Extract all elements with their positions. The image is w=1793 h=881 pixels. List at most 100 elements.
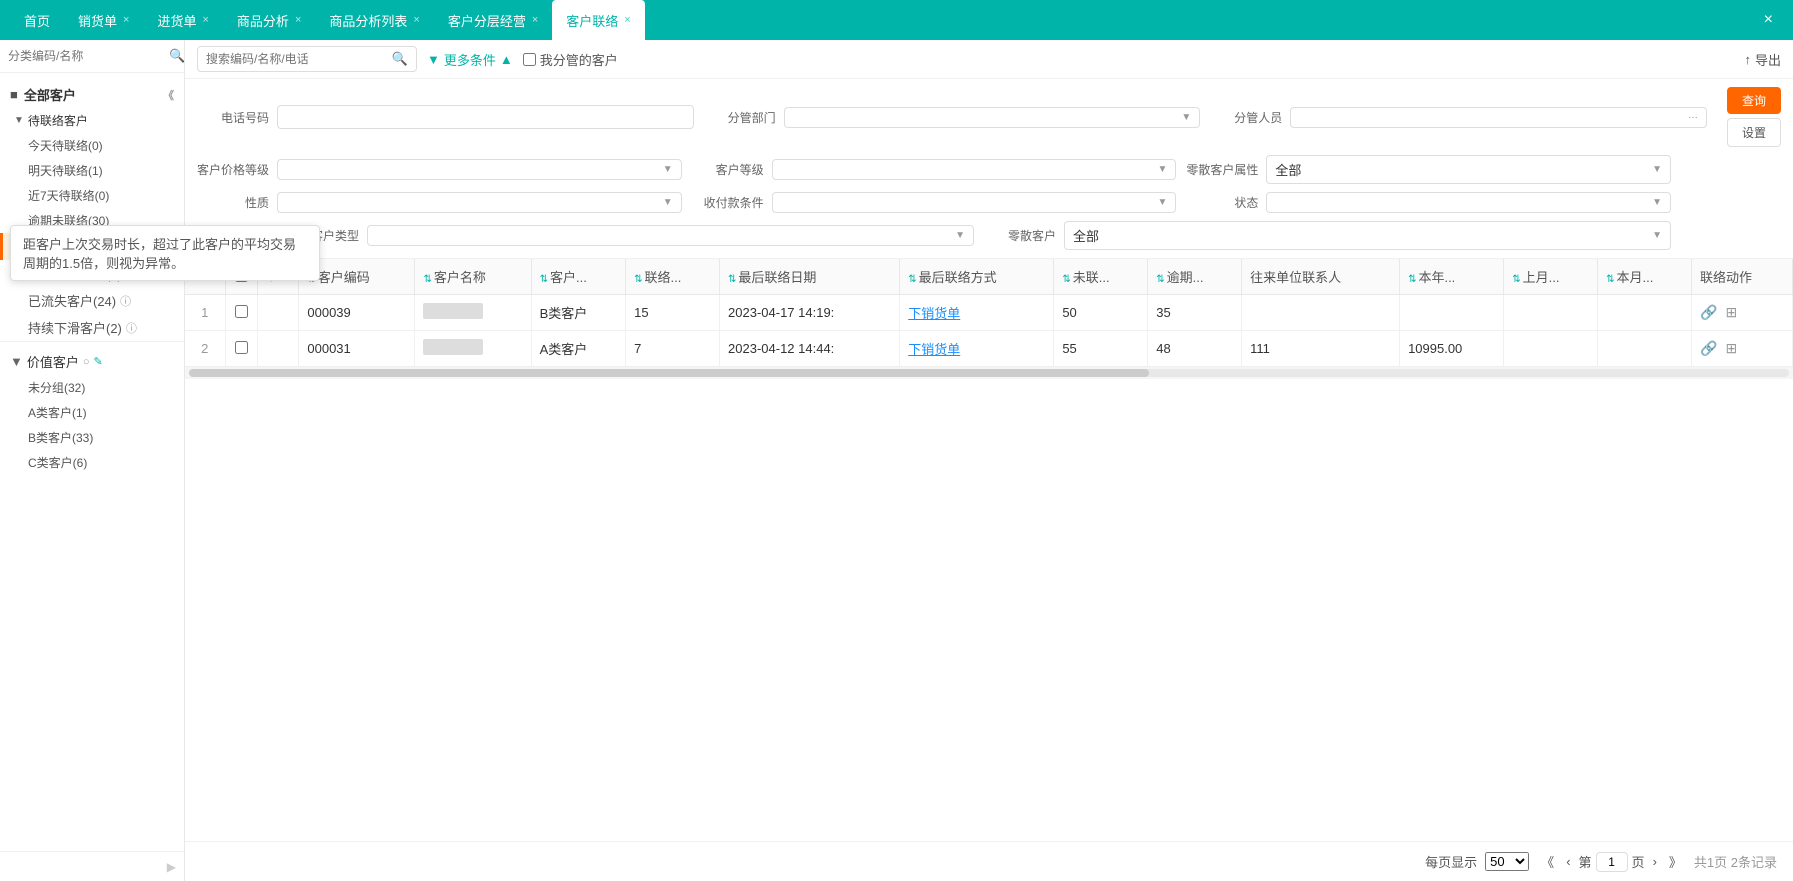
filter-nature: 性质 ▼ — [197, 192, 682, 213]
close-customer-contact-tab[interactable]: × — [624, 14, 630, 26]
close-analysis-list-tab[interactable]: × — [413, 14, 419, 26]
last-page-btn[interactable]: 》 — [1665, 850, 1686, 873]
cell-name — [415, 295, 531, 331]
payment-chevron-icon: ▼ — [1157, 197, 1167, 208]
sidebar-resize-icon[interactable]: ▶ — [167, 860, 176, 874]
sidebar-item-class-c[interactable]: C类客户(6) — [0, 450, 184, 475]
cell-last-contact-method[interactable]: 下销货单 — [900, 331, 1054, 367]
nav-customer-segment[interactable]: 客户分层经营 × — [434, 0, 552, 40]
tooltip-box: 距客户上次交易时长，超过了此客户的平均交易周期的1.5倍，则视为异常。 — [10, 225, 184, 281]
row-checkbox[interactable] — [235, 341, 248, 354]
col-this-month[interactable]: ⇅本月... — [1598, 259, 1692, 295]
value-section-header[interactable]: ▼ 价值客户 ○ ✎ — [0, 348, 184, 375]
cell-code: 000031 — [299, 331, 415, 367]
col-category[interactable]: ⇅客户... — [531, 259, 626, 295]
department-select[interactable]: ▼ — [784, 107, 1201, 128]
nav-sales[interactable]: 销货单 × — [64, 0, 143, 40]
next-page-btn[interactable]: › — [1649, 852, 1661, 871]
nav-home[interactable]: 首页 — [10, 0, 64, 40]
sidebar-search-icon[interactable]: 🔍 — [169, 48, 185, 64]
my-customer-checkbox-area[interactable]: 我分管的客户 — [523, 50, 618, 69]
main-search-icon[interactable]: 🔍 — [392, 51, 408, 67]
settings-button[interactable]: 设置 — [1727, 118, 1781, 147]
close-purchase-tab[interactable]: × — [202, 14, 208, 26]
last-contact-method-link[interactable]: 下销货单 — [908, 306, 960, 321]
cell-last-contact-method[interactable]: 下销货单 — [900, 295, 1054, 331]
scrollbar-thumb[interactable] — [189, 369, 1149, 377]
cell-contact: 7 — [626, 331, 720, 367]
col-overdue[interactable]: ⇅逾期... — [1148, 259, 1242, 295]
sidebar-collapse-btn[interactable]: 《 — [163, 87, 174, 103]
more-filter-btn[interactable]: ▼ 更多条件 ▲ — [427, 50, 513, 69]
nav-purchase[interactable]: 进货单 × — [143, 0, 222, 40]
customer-type-select[interactable]: ▼ — [367, 225, 974, 246]
advanced-filter: 电话号码 分管部门 ▼ 分管人员 ··· — [185, 79, 1793, 259]
action-link-icon[interactable]: 🔗 — [1700, 304, 1717, 321]
phone-input[interactable] — [277, 105, 694, 129]
my-customer-checkbox[interactable] — [523, 53, 536, 66]
col-last-contact-method[interactable]: ⇅最后联络方式 — [900, 259, 1054, 295]
nav-analysis[interactable]: 商品分析 × — [223, 0, 315, 40]
sidebar-item-class-a[interactable]: A类客户(1) — [0, 400, 184, 425]
last-contact-method-link[interactable]: 下销货单 — [908, 342, 960, 357]
filter-row-3: 性质 ▼ 收付款条件 ▼ 状态 — [197, 192, 1781, 213]
action-more-icon[interactable]: ⊞ — [1725, 340, 1737, 357]
retail-attr-select[interactable]: 全部 ▼ — [1266, 155, 1671, 184]
main-search-input[interactable] — [206, 52, 386, 66]
nav-customer-contact[interactable]: 客户联络 × — [552, 0, 644, 40]
cell-checkbox[interactable] — [225, 331, 257, 367]
action-more-icon[interactable]: ⊞ — [1725, 304, 1737, 321]
retail-customer-select[interactable]: 全部 ▼ — [1064, 221, 1671, 250]
window-close-button[interactable]: × — [1754, 11, 1783, 29]
sidebar-pending-group[interactable]: ▼ 待联络客户 — [0, 108, 184, 133]
price-level-select[interactable]: ▼ — [277, 159, 682, 180]
close-sales-tab[interactable]: × — [123, 14, 129, 26]
cell-not-contacted: 50 — [1054, 295, 1148, 331]
export-btn[interactable]: ↑ 导出 — [1744, 50, 1781, 69]
col-unit-contacts[interactable]: 往来单位联系人 — [1242, 259, 1400, 295]
cell-last-month — [1504, 295, 1598, 331]
nav-analysis-list[interactable]: 商品分析列表 × — [315, 0, 433, 40]
first-page-btn[interactable]: 《 — [1537, 850, 1558, 873]
retail-attr-label: 零散客户属性 — [1186, 161, 1266, 178]
col-last-contact-date[interactable]: ⇅最后联络日期 — [720, 259, 900, 295]
query-button[interactable]: 查询 — [1727, 87, 1781, 114]
close-analysis-tab[interactable]: × — [295, 14, 301, 26]
current-page-input[interactable] — [1596, 852, 1628, 872]
sidebar-item-class-b[interactable]: B类客户(33) — [0, 425, 184, 450]
prev-page-btn[interactable]: ‹ — [1562, 852, 1574, 871]
status-select[interactable]: ▼ — [1266, 192, 1671, 213]
horizontal-scrollbar[interactable] — [185, 367, 1793, 379]
action-icons: 🔗 ⊞ — [1700, 340, 1784, 357]
sidebar-item-week[interactable]: 近7天待联络(0) — [0, 183, 184, 208]
sidebar-all-customers[interactable]: ■ 全部客户 《 — [0, 81, 184, 108]
sidebar-item-today[interactable]: 今天待联络(0) — [0, 133, 184, 158]
sidebar-item-already-lost[interactable]: 已流失客户(24) ⓘ — [0, 287, 184, 314]
payment-select[interactable]: ▼ — [772, 192, 1177, 213]
sidebar-item-ungroup[interactable]: 未分组(32) — [0, 375, 184, 400]
export-icon: ↑ — [1744, 52, 1751, 67]
cell-name — [415, 331, 531, 367]
pending-arrow-icon: ▼ — [14, 115, 24, 126]
col-contact[interactable]: ⇅联络... — [626, 259, 720, 295]
col-this-year[interactable]: ⇅本年... — [1400, 259, 1504, 295]
cell-checkbox[interactable] — [225, 295, 257, 331]
filter-retail-attr: 零散客户属性 全部 ▼ — [1186, 155, 1671, 184]
col-name[interactable]: ⇅客户名称 — [415, 259, 531, 295]
col-last-month[interactable]: ⇅上月... — [1504, 259, 1598, 295]
sidebar-search-input[interactable] — [8, 49, 163, 63]
sidebar-item-continuous-down[interactable]: 持续下滑客户(2) ⓘ — [0, 314, 184, 341]
per-page-select[interactable]: 50 20 100 — [1485, 852, 1529, 871]
sidebar-item-tomorrow[interactable]: 明天待联络(1) — [0, 158, 184, 183]
cell-last-month — [1504, 331, 1598, 367]
value-edit-icon[interactable]: ✎ — [94, 355, 103, 368]
row-checkbox[interactable] — [235, 305, 248, 318]
nature-select[interactable]: ▼ — [277, 192, 682, 213]
person-select[interactable]: ··· — [1290, 107, 1707, 128]
retail-customer-label: 零散客户 — [984, 227, 1064, 244]
customer-level-select[interactable]: ▼ — [772, 159, 1177, 180]
table-header-row: # ⚙ ⇅客户编码 ⇅客户名称 ⇅客户... — [185, 259, 1793, 295]
close-customer-segment-tab[interactable]: × — [532, 14, 538, 26]
action-link-icon[interactable]: 🔗 — [1700, 340, 1717, 357]
col-not-contacted[interactable]: ⇅未联... — [1054, 259, 1148, 295]
